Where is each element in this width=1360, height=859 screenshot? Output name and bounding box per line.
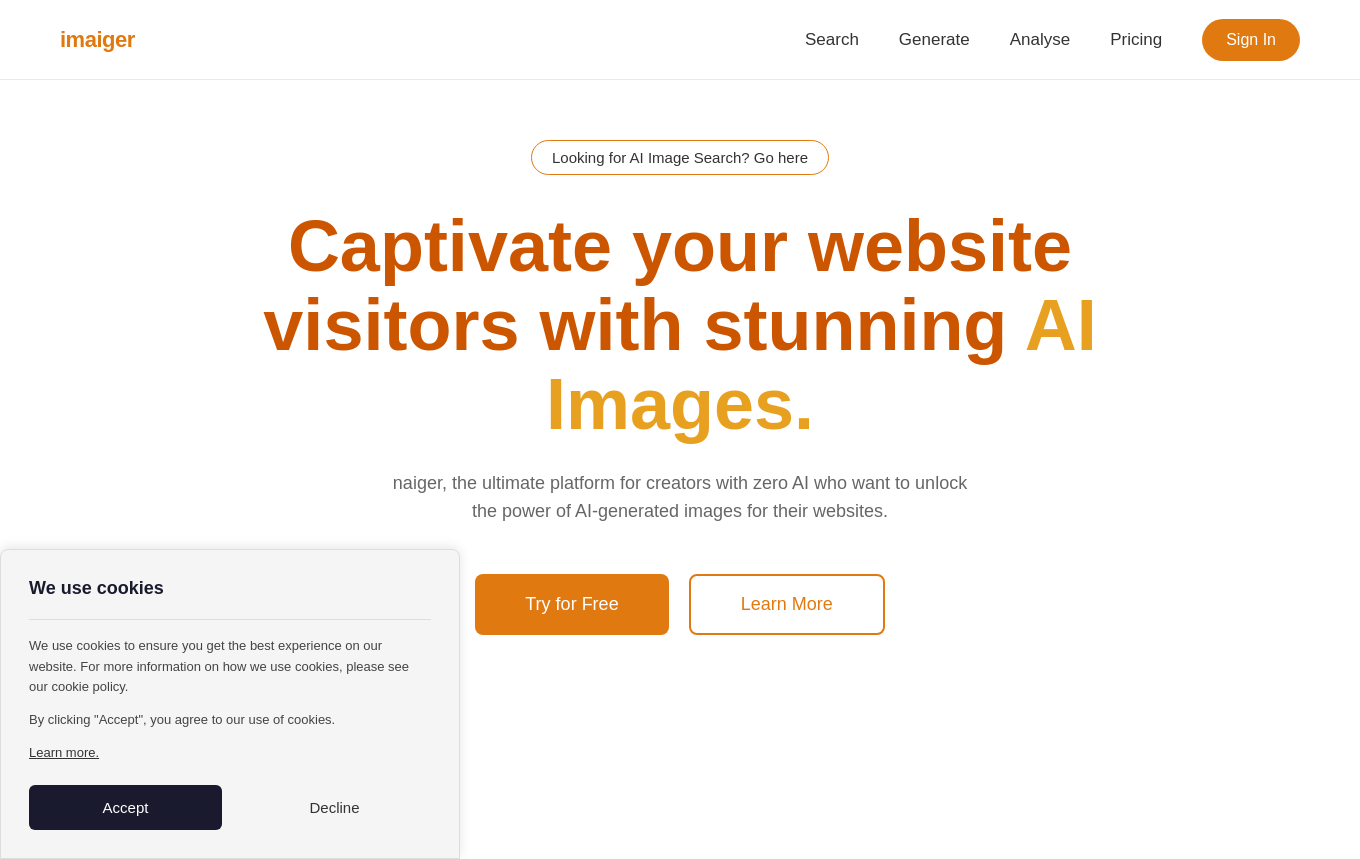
cookie-banner: We use cookies We use cookies to ensure … [0, 549, 460, 859]
nav-links: Search Generate Analyse Pricing Sign In [805, 19, 1300, 61]
hero-subtitle-text: naiger, the ultimate platform for creato… [393, 473, 967, 522]
cookie-accept-button[interactable]: Accept [29, 785, 222, 830]
signin-button[interactable]: Sign In [1202, 19, 1300, 61]
cookie-by-clicking: By clicking "Accept", you agree to our u… [29, 710, 431, 731]
hero-title-line2-dark: visitors with stunning [263, 285, 1024, 365]
cookie-divider [29, 619, 431, 620]
cookie-learn-more-link[interactable]: Learn more. [29, 745, 99, 760]
hero-buttons: Try for Free Learn More [475, 574, 884, 635]
learn-more-button[interactable]: Learn More [689, 574, 885, 635]
hero-title-line3: Images. [546, 364, 814, 444]
hero-title: Captivate your website visitors with stu… [263, 207, 1096, 445]
try-free-button[interactable]: Try for Free [475, 574, 668, 635]
cookie-actions: Accept Decline [29, 785, 431, 830]
cookie-decline-button[interactable]: Decline [238, 785, 431, 830]
nav-analyse[interactable]: Analyse [1010, 30, 1070, 49]
nav-generate[interactable]: Generate [899, 30, 970, 49]
cookie-body: We use cookies to ensure you get the bes… [29, 636, 431, 698]
hero-subtitle: naiger, the ultimate platform for creato… [380, 469, 980, 527]
hero-title-ai: AI [1025, 285, 1097, 365]
nav-pricing[interactable]: Pricing [1110, 30, 1162, 49]
navbar: imaiger Search Generate Analyse Pricing … [0, 0, 1360, 80]
cookie-title: We use cookies [29, 578, 431, 599]
hero-title-line1: Captivate your website [288, 206, 1072, 286]
logo[interactable]: imaiger [60, 27, 135, 53]
ai-search-badge[interactable]: Looking for AI Image Search? Go here [531, 140, 829, 175]
nav-search[interactable]: Search [805, 30, 859, 49]
